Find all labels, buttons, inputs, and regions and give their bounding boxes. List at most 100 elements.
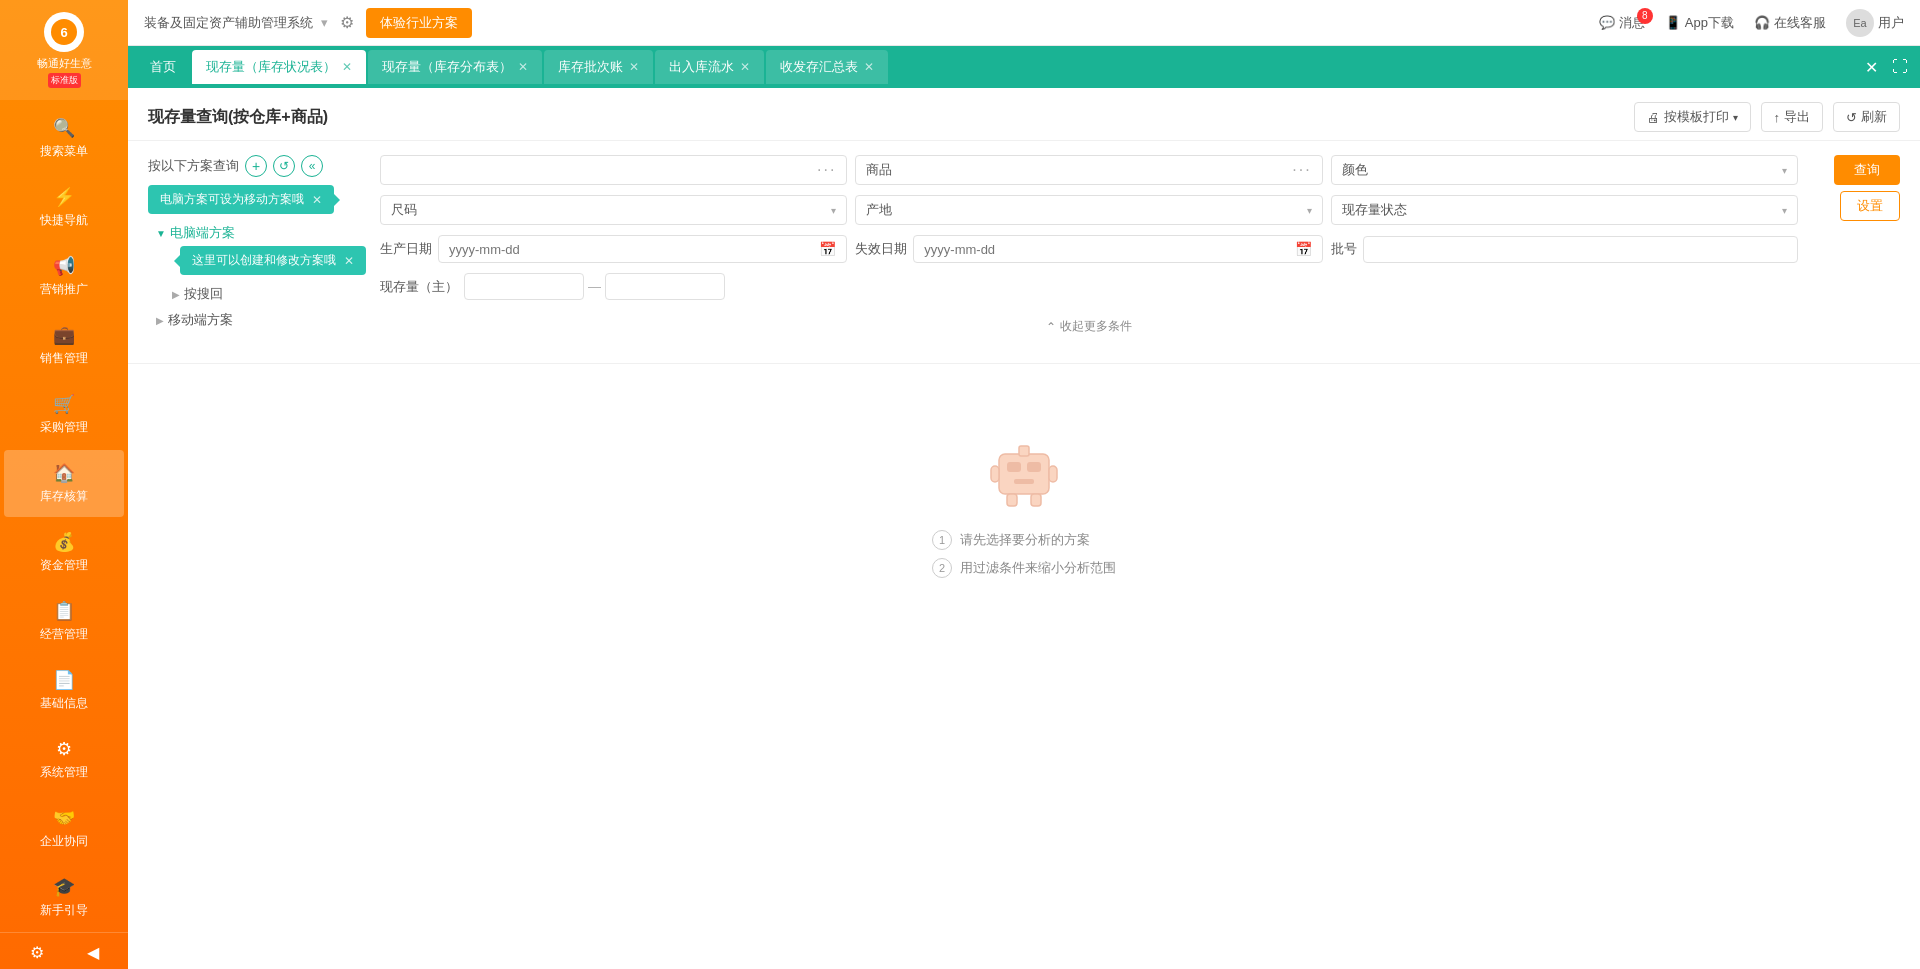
svg-rect-7 (991, 466, 999, 482)
scheme-pc[interactable]: ▼ 电脑端方案 (148, 220, 368, 246)
svg-rect-9 (1007, 494, 1017, 506)
logo-text: 畅通好生意 (37, 56, 92, 71)
sidebar-nav: 🔍 搜索菜单 ⚡ 快捷导航 📢 营销推广 💼 销售管理 🛒 采购管理 🏠 (0, 104, 128, 932)
sidebar-item-marketing[interactable]: 📢 营销推广 (4, 243, 124, 310)
sidebar-item-operations[interactable]: 📋 经营管理 (4, 588, 124, 655)
sidebar-item-label: 营销推广 (40, 281, 88, 298)
filter-header-row: 按以下方案查询 + ↺ « (148, 155, 368, 177)
sidebar-logo[interactable]: 6 畅通好生意 标准版 (0, 0, 128, 100)
pc-tooltip-close[interactable]: ✕ (312, 193, 322, 207)
sidebar-item-tutorial[interactable]: 🎓 新手引导 (4, 864, 124, 931)
sidebar: 6 畅通好生意 标准版 🔍 搜索菜单 ⚡ 快捷导航 📢 营销推广 💼 销售管理 (0, 0, 128, 969)
filter-fields-area: ··· 商品 ··· 颜色 ▾ (380, 155, 1900, 349)
user-profile-btn[interactable]: Ea 用户 (1846, 9, 1904, 37)
filter-back-btn[interactable]: « (301, 155, 323, 177)
tab-close-inout-flow[interactable]: ✕ (740, 61, 750, 73)
inventory-main-max-input[interactable] (616, 279, 714, 294)
tab-close-batch-account[interactable]: ✕ (629, 61, 639, 73)
sidebar-item-finance[interactable]: 💰 资金管理 (4, 519, 124, 586)
sidebar-item-search[interactable]: 🔍 搜索菜单 (4, 105, 124, 172)
sales-icon: 💼 (53, 324, 75, 346)
sidebar-item-basic-info[interactable]: 📄 基础信息 (4, 657, 124, 724)
phone-icon: 📱 (1665, 15, 1681, 30)
export-icon: ↑ (1774, 110, 1781, 125)
tab-inout-flow[interactable]: 出入库流水 ✕ (655, 50, 764, 84)
search-actions: 查询 设置 (1810, 155, 1900, 349)
tab-close-inventory-status[interactable]: ✕ (342, 61, 352, 73)
exp-date-input[interactable] (924, 242, 1290, 257)
refresh-icon: ↺ (1846, 110, 1857, 125)
tab-home[interactable]: 首页 (136, 50, 190, 84)
settings-footer-btn[interactable]: ⚙ (30, 943, 44, 962)
tab-receive-summary[interactable]: 收发存汇总表 ✕ (766, 50, 888, 84)
sidebar-item-purchase[interactable]: 🛒 采购管理 (4, 381, 124, 448)
tab-close-all-icon[interactable]: ✕ (1861, 54, 1882, 81)
inventory-status-filter[interactable]: 现存量状态 ▾ (1331, 195, 1798, 225)
tab-inventory-status[interactable]: 现存量（库存状况表） ✕ (192, 50, 366, 84)
system-name: 装备及固定资产辅助管理系统 ▾ (144, 14, 328, 32)
sidebar-item-sales[interactable]: 💼 销售管理 (4, 312, 124, 379)
page-title: 现存量查询(按仓库+商品) (148, 107, 328, 128)
warehouse-filter[interactable]: ··· (380, 155, 847, 185)
app-download-btn[interactable]: 📱 App下载 (1665, 14, 1734, 32)
sidebar-item-enterprise[interactable]: 🤝 企业协同 (4, 795, 124, 862)
empty-steps: 1 请先选择要分析的方案 2 用过滤条件来缩小分析范围 (932, 530, 1116, 586)
industry-btn[interactable]: 体验行业方案 (366, 8, 472, 38)
scheme-sub-item[interactable]: ▶ 按搜回 (148, 281, 368, 307)
online-support-btn[interactable]: 🎧 在线客服 (1754, 14, 1826, 32)
marketing-icon: 📢 (53, 255, 75, 277)
collapse-sidebar-btn[interactable]: ◀ (87, 943, 99, 962)
svg-rect-8 (1049, 466, 1057, 482)
svg-rect-10 (1031, 494, 1041, 506)
refresh-btn[interactable]: ↺ 刷新 (1833, 102, 1900, 132)
sidebar-item-inventory[interactable]: 🏠 库存核算 (4, 450, 124, 517)
color-filter[interactable]: 颜色 ▾ (1331, 155, 1798, 185)
calendar-icon[interactable]: 📅 (1295, 241, 1312, 257)
template-print-btn[interactable]: 🖨 按模板打印 ▾ (1634, 102, 1751, 132)
svg-rect-5 (1014, 479, 1034, 484)
sidebar-item-label: 经营管理 (40, 626, 88, 643)
search-btn[interactable]: 查询 (1834, 155, 1900, 185)
sidebar-item-system[interactable]: ⚙ 系统管理 (4, 726, 124, 793)
goods-filter[interactable]: 商品 ··· (855, 155, 1322, 185)
system-icon: ⚙ (56, 738, 72, 760)
tab-fullscreen-icon[interactable]: ⛶ (1888, 54, 1912, 81)
inventory-main-min-input[interactable] (475, 279, 573, 294)
filter-header-label: 按以下方案查询 (148, 157, 239, 175)
collapse-btn[interactable]: ⌃ 收起更多条件 (1038, 310, 1140, 343)
dropdown-icon: ▾ (1307, 205, 1312, 216)
filter-refresh-btn[interactable]: ↺ (273, 155, 295, 177)
calendar-icon[interactable]: 📅 (819, 241, 836, 257)
messages-btn[interactable]: 💬 消息 8 (1599, 14, 1645, 32)
tab-close-inventory-dist[interactable]: ✕ (518, 61, 528, 73)
scheme-mobile[interactable]: ▶ 移动端方案 (148, 307, 368, 333)
finance-icon: 💰 (53, 531, 75, 553)
basicinfo-icon: 📄 (53, 669, 75, 691)
dropdown-icon: ▾ (1782, 165, 1787, 176)
sidebar-item-label: 销售管理 (40, 350, 88, 367)
sidebar-item-quicknav[interactable]: ⚡ 快捷导航 (4, 174, 124, 241)
size-filter[interactable]: 尺码 ▾ (380, 195, 847, 225)
sidebar-item-label: 采购管理 (40, 419, 88, 436)
dropdown-icon: ▾ (831, 205, 836, 216)
batch-input[interactable] (1374, 242, 1787, 257)
sidebar-item-label: 系统管理 (40, 764, 88, 781)
origin-filter[interactable]: 产地 ▾ (855, 195, 1322, 225)
filter-section: 按以下方案查询 + ↺ « 电脑方案可设为移动方案哦 ✕ (128, 141, 1920, 364)
collapse-area: ⌃ 收起更多条件 (380, 304, 1798, 349)
tab-inventory-dist[interactable]: 现存量（库存分布表） ✕ (368, 50, 542, 84)
settings-icon[interactable]: ⚙ (340, 13, 354, 32)
filter-scheme-panel: 按以下方案查询 + ↺ « 电脑方案可设为移动方案哦 ✕ (148, 155, 368, 333)
tab-close-receive-summary[interactable]: ✕ (864, 61, 874, 73)
exp-date-filter: 失效日期 📅 (855, 235, 1322, 263)
empty-state: 1 请先选择要分析的方案 2 用过滤条件来缩小分析范围 (128, 364, 1920, 646)
tab-bar: 首页 现存量（库存状况表） ✕ 现存量（库存分布表） ✕ 库存批次账 ✕ 出入库… (128, 46, 1920, 88)
mfg-date-input[interactable] (449, 242, 815, 257)
filter-row-4: 现存量（主） — (380, 273, 1798, 300)
tab-batch-account[interactable]: 库存批次账 ✕ (544, 50, 653, 84)
empty-step-2: 2 用过滤条件来缩小分析范围 (932, 558, 1116, 578)
filter-add-btn[interactable]: + (245, 155, 267, 177)
set-btn[interactable]: 设置 (1840, 191, 1900, 221)
scheme-tooltip-close[interactable]: ✕ (344, 254, 354, 268)
export-btn[interactable]: ↑ 导出 (1761, 102, 1824, 132)
